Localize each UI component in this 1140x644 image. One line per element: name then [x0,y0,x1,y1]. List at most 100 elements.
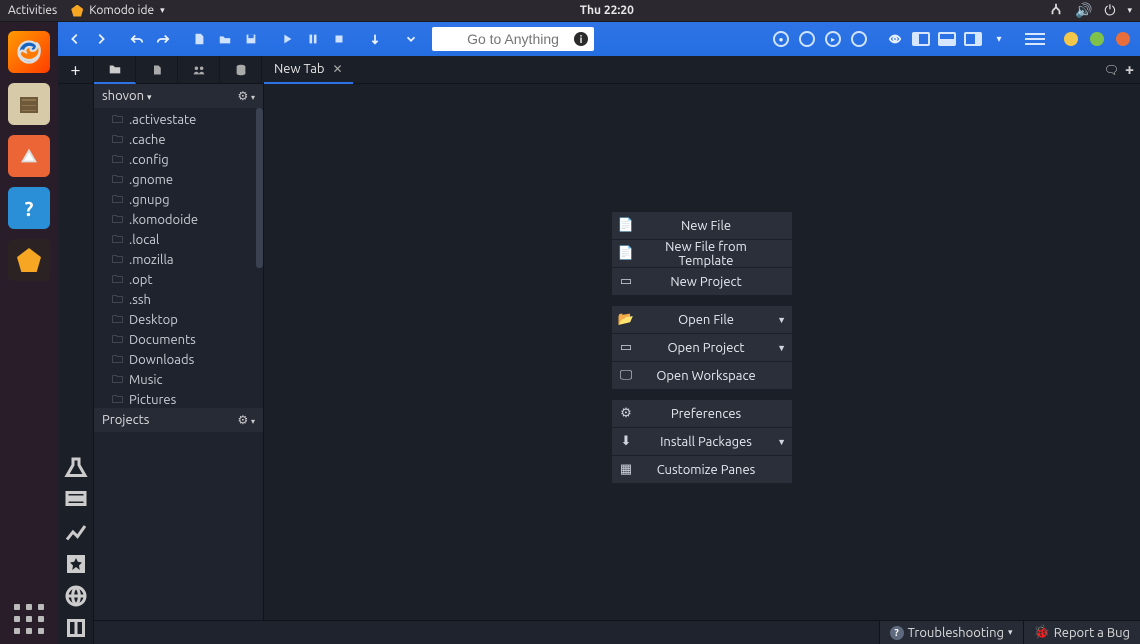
tree-node[interactable]: 🗀Downloads [94,350,263,370]
eye-button[interactable] [884,28,906,50]
file-tree[interactable]: 🗀.activestate🗀.cache🗀.config🗀.gnome🗀.gnu… [94,108,263,408]
pane-left-button[interactable] [910,28,932,50]
tree-node[interactable]: 🗀Music [94,370,263,390]
add-toolbox-button[interactable]: + [58,56,93,84]
start-preferences[interactable]: ⚙Preferences [612,400,792,428]
projects-header[interactable]: Projects ⚙ ▾ [94,408,263,432]
clock[interactable]: Thu 22:20 [165,4,1049,17]
folder-icon: 🗀 [112,191,123,210]
record-macro-button[interactable]: ● [770,28,792,50]
stop-button[interactable] [328,28,350,50]
start-new-file-from-template[interactable]: 📄New File from Template [612,240,792,268]
status-dot-1[interactable] [1060,28,1082,50]
gear-icon[interactable]: ⚙ ▾ [237,89,255,103]
tool-star-icon[interactable] [64,552,88,576]
tool-flask-icon[interactable] [64,456,88,480]
app-menu[interactable]: Komodo ide ▾ [71,4,164,17]
menu-item-icon: ▭ [612,274,640,289]
search-input[interactable] [432,31,594,47]
tab-new-tab[interactable]: New Tab ✕ [264,56,353,84]
report-bug-button[interactable]: 🐞 Report a Bug [1023,621,1140,644]
chevron-down-icon[interactable]: ▾ [1127,5,1132,16]
circle-button-4[interactable] [848,28,870,50]
sidebar-tab-files[interactable] [94,56,136,84]
pause-button[interactable] [302,28,324,50]
info-icon[interactable]: i [574,32,588,46]
tree-node[interactable]: 🗀Documents [94,330,263,350]
new-file-button[interactable] [188,28,210,50]
tree-node-label: .opt [129,273,152,287]
dock-help[interactable]: ? [8,187,50,229]
start-open-project[interactable]: ▭Open Project▼ [612,334,792,362]
start-new-project[interactable]: ▭New Project [612,268,792,296]
start-install-packages[interactable]: ⬇Install Packages▼ [612,428,792,456]
notify-icon[interactable]: 🗨 [1104,63,1119,77]
sidebar-tab-collab[interactable] [178,56,220,84]
tree-node[interactable]: 🗀.gnupg [94,190,263,210]
sidebar-tab-db[interactable] [220,56,262,84]
dock-software[interactable] [8,135,50,177]
start-customize-panes[interactable]: ▦Customize Panes [612,456,792,484]
projects-label: Projects [102,413,149,427]
hamburger-menu[interactable] [1024,28,1046,50]
volume-icon[interactable]: 🔊 [1075,2,1092,19]
menu-item-icon: 📂 [612,312,640,327]
dock-komodo[interactable] [8,239,50,281]
back-button[interactable] [64,28,86,50]
dropdown-button[interactable] [400,28,422,50]
circle-button-2[interactable] [796,28,818,50]
sidebar-tab-file[interactable] [136,56,178,84]
undo-button[interactable] [126,28,148,50]
tree-node-label: Documents [129,333,196,347]
tree-node[interactable]: 🗀.mozilla [94,250,263,270]
forward-button[interactable] [90,28,112,50]
open-button[interactable] [214,28,236,50]
tool-book-icon[interactable] [64,616,88,640]
tree-node[interactable]: 🗀.ssh [94,290,263,310]
play-button[interactable] [276,28,298,50]
start-new-file[interactable]: 📄New File [612,212,792,240]
tree-node[interactable]: 🗀.cache [94,130,263,150]
add-tab-button[interactable]: + [1125,61,1134,79]
show-apps-button[interactable] [14,604,44,634]
bug-icon: 🐞 [1034,625,1050,640]
tree-node[interactable]: 🗀.local [94,230,263,250]
tree-node[interactable]: 🗀.gnome [94,170,263,190]
tool-layers-icon[interactable] [64,488,88,512]
network-icon[interactable] [1049,2,1063,19]
dock-firefox[interactable] [8,31,50,73]
gear-icon[interactable]: ⚙ ▾ [237,413,255,427]
start-open-file[interactable]: 📂Open File▼ [612,306,792,334]
tree-node[interactable]: 🗀.opt [94,270,263,290]
go-to-anything[interactable]: i [432,27,594,51]
pane-bottom-button[interactable] [936,28,958,50]
pane-right-button[interactable] [962,28,984,50]
status-dot-3[interactable] [1112,28,1134,50]
scrollbar[interactable] [256,108,263,268]
menu-item-icon: ⬇ [612,434,640,449]
status-dot-2[interactable] [1086,28,1108,50]
tree-node[interactable]: 🗀.komodoide [94,210,263,230]
start-open-workspace[interactable]: 🖵Open Workspace [612,362,792,390]
troubleshooting-button[interactable]: ? Troubleshooting ▾ [879,621,1023,644]
menu-item-label: New Project [640,275,792,289]
tool-globe-icon[interactable] [64,584,88,608]
tree-node[interactable]: 🗀Desktop [94,310,263,330]
tree-node[interactable]: 🗀.activestate [94,110,263,130]
play-macro-button[interactable]: ▸ [822,28,844,50]
activities-button[interactable]: Activities [8,4,57,17]
power-icon[interactable]: ⏻ [1104,2,1115,19]
tree-node[interactable]: 🗀.config [94,150,263,170]
menu-item-icon: ▭ [612,340,640,355]
dock-files[interactable] [8,83,50,125]
save-button[interactable] [240,28,262,50]
toolbar-more[interactable]: ▾ [988,28,1010,50]
sidebar-root-header[interactable]: shovon ▾ ⚙ ▾ [94,84,263,108]
redo-button[interactable] [152,28,174,50]
folder-icon: 🗀 [112,391,123,409]
chevron-down-icon: ▼ [777,437,786,447]
close-tab-button[interactable]: ✕ [333,62,343,76]
tree-node[interactable]: 🗀Pictures [94,390,263,408]
step-button[interactable] [364,28,386,50]
tool-chart-icon[interactable] [64,520,88,544]
